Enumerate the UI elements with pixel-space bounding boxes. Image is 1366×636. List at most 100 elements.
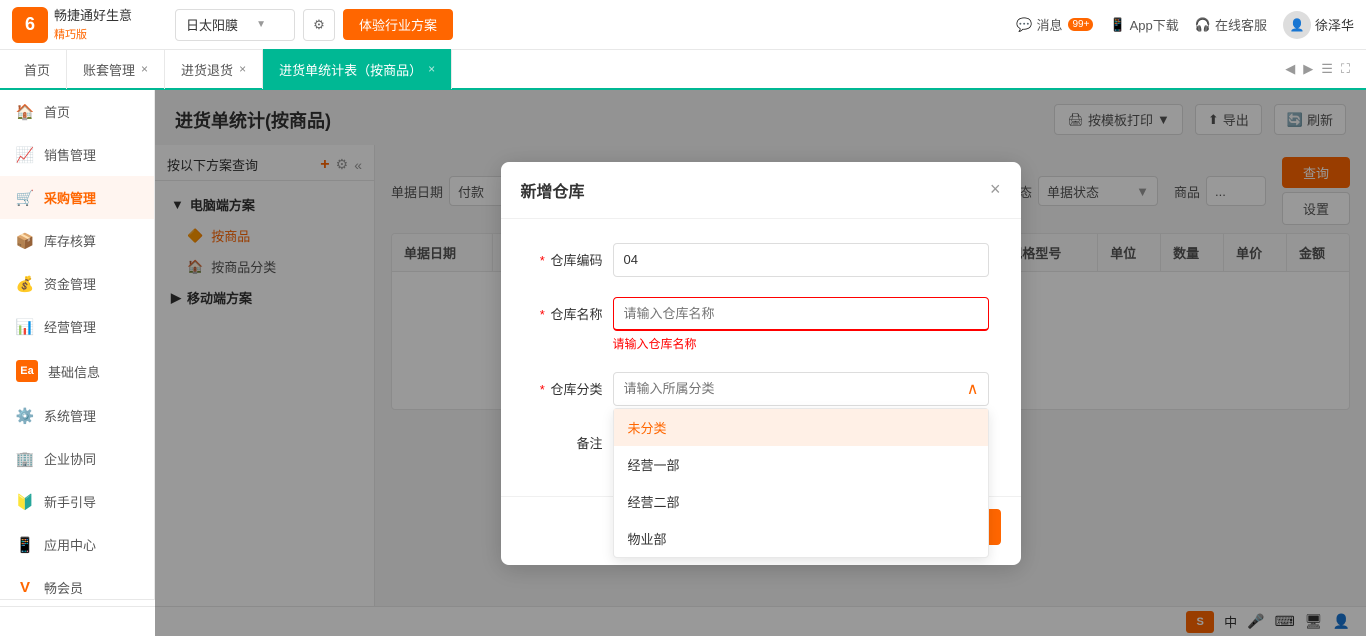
modal-body: * 仓库编码 * 仓库名称 <box>501 219 1021 496</box>
category-label: * 仓库分类 <box>533 372 613 398</box>
sidebar-item-purchase[interactable]: 🛒 采购管理 <box>0 176 154 219</box>
guide-icon: 🔰 <box>16 493 34 511</box>
trial-button[interactable]: 体验行业方案 <box>343 9 453 40</box>
search-select-value: 日太阳膜 <box>186 15 238 34</box>
tab-home-label: 首页 <box>24 60 50 79</box>
online-service-item[interactable]: 🎧 在线客服 <box>1195 15 1267 34</box>
name-label: * 仓库名称 <box>533 297 613 323</box>
sidebar-app-label: 应用中心 <box>44 535 96 554</box>
code-field <box>613 243 989 277</box>
note-label: 备注 <box>533 426 613 452</box>
member-icon: V <box>16 579 34 597</box>
code-required-star: * <box>540 253 545 268</box>
modal-header: 新增仓库 × <box>501 162 1021 219</box>
sidebar-purchase-label: 采购管理 <box>44 188 96 207</box>
headset-icon: 🎧 <box>1195 17 1211 33</box>
tab-account-label: 账套管理 <box>83 60 135 79</box>
sidebar-item-basic[interactable]: Ea 基础信息 <box>0 348 154 394</box>
code-input[interactable] <box>613 243 989 277</box>
top-search-area: 日太阳膜 ▼ ⚙ 体验行业方案 <box>175 9 1008 41</box>
logo-main-text: 畅捷通好生意 <box>54 7 132 25</box>
tab-home[interactable]: 首页 <box>8 49 67 89</box>
sidebar-item-operation[interactable]: 📊 经营管理 <box>0 305 154 348</box>
sidebar-item-system[interactable]: ⚙️ 系统管理 <box>0 394 154 437</box>
sales-icon: 📈 <box>16 146 34 164</box>
modal-overlay: 新增仓库 × * 仓库编码 <box>155 90 1366 636</box>
tab-next-icon[interactable]: ▶ <box>1303 61 1313 77</box>
tab-menu-icon[interactable]: ☰ <box>1321 61 1333 77</box>
username-label: 徐泽华 <box>1315 15 1354 34</box>
tab-account-close[interactable]: × <box>141 62 148 76</box>
logo-sub-text: 精巧版 <box>54 26 132 42</box>
sidebar-item-finance[interactable]: 💰 资金管理 <box>0 262 154 305</box>
name-input[interactable] <box>613 297 989 331</box>
code-field-row: * 仓库编码 <box>533 243 989 277</box>
dropdown-item-dept3[interactable]: 物业部 <box>614 520 988 557</box>
tab-purchase-return[interactable]: 进货退货 × <box>165 49 263 89</box>
code-label-text: 仓库编码 <box>550 253 602 268</box>
name-label-text: 仓库名称 <box>550 307 602 322</box>
sidebar-guide-label: 新手引导 <box>44 492 96 511</box>
dropdown-item-uncategorized[interactable]: 未分类 <box>614 409 988 446</box>
finance-icon: 💰 <box>16 275 34 293</box>
gear-button[interactable]: ⚙ <box>303 9 335 41</box>
app-download-label: App下载 <box>1130 15 1179 34</box>
category-input[interactable] <box>613 372 989 406</box>
tab-prev-icon[interactable]: ◀ <box>1285 61 1295 77</box>
user-area[interactable]: 👤 徐泽华 <box>1283 11 1354 39</box>
dropdown-item-dept1[interactable]: 经营一部 <box>614 446 988 483</box>
tab-bar: 首页 账套管理 × 进货退货 × 进货单统计表（按商品） × ◀ ▶ ☰ ⛶ <box>0 50 1366 90</box>
code-label: * 仓库编码 <box>533 243 613 269</box>
sidebar-scroll: 🏠 首页 📈 销售管理 🛒 采购管理 📦 库存核算 💰 资金管理 📊 经 <box>0 90 154 636</box>
main-layout: 🏠 首页 📈 销售管理 🛒 采购管理 📦 库存核算 💰 资金管理 📊 经 <box>0 90 1366 636</box>
tab-controls: ◀ ▶ ☰ ⛶ <box>1277 61 1358 77</box>
sidebar-home-label: 首页 <box>44 102 70 121</box>
tab-purchase-return-label: 进货退货 <box>181 60 233 79</box>
category-field: ∧ 未分类 经营一部 经营二部 物业部 <box>613 372 989 406</box>
inventory-icon: 📦 <box>16 232 34 250</box>
sidebar-enterprise-label: 企业协同 <box>44 449 96 468</box>
sidebar-system-label: 系统管理 <box>44 406 96 425</box>
tab-purchase-stat-close[interactable]: × <box>428 62 435 76</box>
sidebar-item-enterprise[interactable]: 🏢 企业协同 <box>0 437 154 480</box>
modal-title: 新增仓库 <box>521 178 585 202</box>
category-field-row: * 仓库分类 ∧ 未分类 经营一部 经营二部 物业部 <box>533 372 989 406</box>
dropdown-item-dept2[interactable]: 经营二部 <box>614 483 988 520</box>
sidebar: 🏠 首页 📈 销售管理 🛒 采购管理 📦 库存核算 💰 资金管理 📊 经 <box>0 90 155 636</box>
tab-account[interactable]: 账套管理 × <box>67 49 165 89</box>
sidebar-inventory-label: 库存核算 <box>44 231 96 250</box>
search-select[interactable]: 日太阳膜 ▼ <box>175 9 295 41</box>
top-right: 💬 消息 99+ 📱 App下载 🎧 在线客服 👤 徐泽华 <box>1016 11 1354 39</box>
category-label-text: 仓库分类 <box>550 382 602 397</box>
sidebar-item-sales[interactable]: 📈 销售管理 <box>0 133 154 176</box>
ea-badge-icon: Ea <box>16 360 38 382</box>
sidebar-item-inventory[interactable]: 📦 库存核算 <box>0 219 154 262</box>
message-badge: 99+ <box>1068 18 1093 31</box>
content-area: 进货单统计(按商品) 🖨 按模板打印 ▼ ⬆ 导出 🔄 刷新 <box>155 90 1366 636</box>
logo-symbol: 6 <box>25 14 35 35</box>
system-icon: ⚙️ <box>16 407 34 425</box>
modal-close-button[interactable]: × <box>990 179 1001 200</box>
sidebar-finance-label: 资金管理 <box>44 274 96 293</box>
message-item[interactable]: 💬 消息 99+ <box>1016 15 1093 34</box>
dropdown-arrow-icon[interactable]: ∧ <box>967 379 979 399</box>
sidebar-item-app[interactable]: 📱 应用中心 <box>0 523 154 566</box>
sidebar-sales-label: 销售管理 <box>44 145 96 164</box>
top-bar: 6 畅捷通好生意 精巧版 日太阳膜 ▼ ⚙ 体验行业方案 💬 消息 99+ 📱 … <box>0 0 1366 50</box>
sidebar-basic-label: 基础信息 <box>48 362 100 381</box>
tab-purchase-return-close[interactable]: × <box>239 62 246 76</box>
tab-purchase-stat[interactable]: 进货单统计表（按商品） × <box>263 49 452 89</box>
category-dropdown-list: 未分类 经营一部 经营二部 物业部 <box>613 408 989 558</box>
operation-icon: 📊 <box>16 318 34 336</box>
home-icon: 🏠 <box>16 103 34 121</box>
logo-area: 6 畅捷通好生意 精巧版 <box>12 7 167 43</box>
tab-fullscreen-icon[interactable]: ⛶ <box>1341 61 1350 77</box>
enterprise-icon: 🏢 <box>16 450 34 468</box>
app-download-item[interactable]: 📱 App下载 <box>1109 15 1178 34</box>
app-icon: 📱 <box>16 536 34 554</box>
sidebar-item-guide[interactable]: 🔰 新手引导 <box>0 480 154 523</box>
sidebar-member-label: 畅会员 <box>44 578 83 597</box>
search-select-arrow: ▼ <box>256 19 266 30</box>
sidebar-item-home[interactable]: 🏠 首页 <box>0 90 154 133</box>
message-label: 消息 <box>1036 15 1062 34</box>
